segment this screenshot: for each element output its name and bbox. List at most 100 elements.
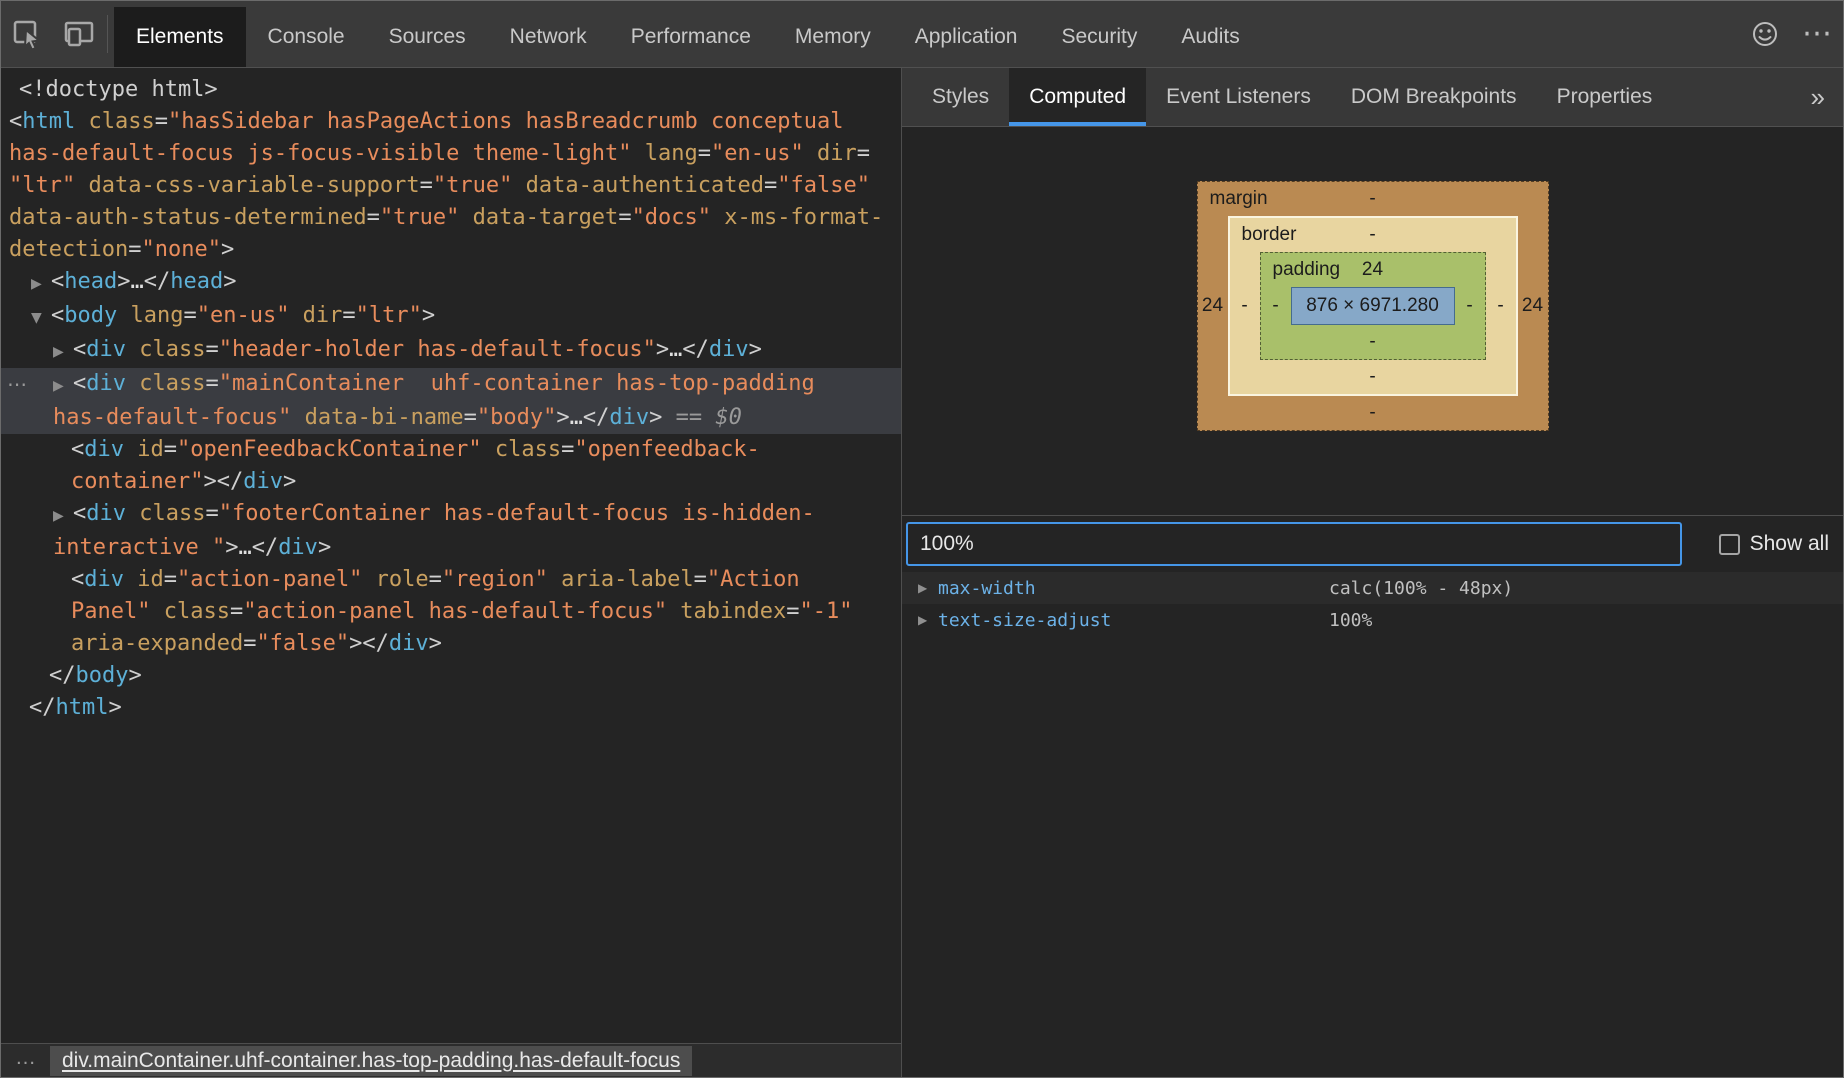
box-model-padding[interactable]: padding 24 - 876 × 6971.280 - [1260,252,1486,360]
node-options-icon[interactable]: ⋯ [7,368,27,400]
dom-tree-line[interactable]: container"></div> [1,466,901,498]
syntax-token: > [749,337,762,362]
tab-network[interactable]: Network [488,7,609,67]
padding-top-value: 24 [1362,259,1383,281]
elements-panel: <!doctype html><html class="hasSidebar h… [1,68,902,1077]
dom-tree-line[interactable]: detection="none"> [1,234,901,266]
border-label: border [1242,224,1297,246]
syntax-token: "false" [777,173,870,198]
dom-tree-line[interactable]: <!doctype html> [1,74,901,106]
syntax-token: "body" [477,405,556,430]
syntax-token: > [223,269,236,294]
smiley-icon [1747,16,1783,52]
syntax-token: aria-expanded [71,631,243,656]
dom-tree-line[interactable]: has-default-focus js-focus-visible theme… [1,138,901,170]
syntax-token: = [367,205,380,230]
syntax-token: lang [117,303,183,328]
syntax-token: = [128,237,141,262]
dom-tree-line[interactable]: aria-expanded="false"></div> [1,628,901,660]
syntax-token: class [150,599,229,624]
dom-tree-line[interactable]: data-auth-status-determined="true" data-… [1,202,901,234]
expand-arrow-icon[interactable]: ▶ [31,268,51,300]
syntax-token: </ [682,337,709,362]
syntax-token: role [362,567,428,592]
syntax-token: aria-label [548,567,694,592]
syntax-token: div [609,405,649,430]
syntax-token: div [86,501,126,526]
syntax-token: = [205,501,218,526]
dom-tree-line[interactable]: ▼<body lang="en-us" dir="ltr"> [1,300,901,334]
tab-styles[interactable]: Styles [912,68,1009,126]
dom-tree-line[interactable]: has-default-focus" data-bi-name="body">…… [1,402,901,434]
dom-tree-line[interactable]: ▶<head>…</head> [1,266,901,300]
syntax-token: dir [289,303,342,328]
dom-tree-line[interactable]: <div id="action-panel" role="region" ari… [1,564,901,596]
tab-sources[interactable]: Sources [367,7,488,67]
breadcrumb-selected-node[interactable]: div.mainContainer.uhf-container.has-top-… [50,1046,692,1076]
device-toolbar-button[interactable] [53,4,105,64]
expand-arrow-icon[interactable]: ▶ [53,336,73,368]
syntax-token: dir [804,141,857,166]
dom-tree-line[interactable]: Panel" class="action-panel has-default-f… [1,596,901,628]
dom-tree-line[interactable]: "ltr" data-css-variable-support="true" d… [1,170,901,202]
property-value: calc(100% - 48px) [1329,578,1513,599]
syntax-token: html [56,695,109,720]
dom-tree-line[interactable]: ▶<div class="footerContainer has-default… [1,498,901,532]
box-model-margin[interactable]: margin - 24 border - - [1197,181,1549,431]
expand-arrow-icon[interactable]: ▶ [918,613,938,627]
more-tabs-icon[interactable]: » [1793,68,1843,126]
syntax-token: div [243,469,283,494]
syntax-token: html [22,109,75,134]
breadcrumb-overflow-icon[interactable]: … [1,1046,50,1076]
box-model-content[interactable]: 876 × 6971.280 [1291,287,1455,325]
syntax-token: "true" [433,173,512,198]
syntax-token: = [205,337,218,362]
syntax-token: div [278,535,318,560]
tab-memory[interactable]: Memory [773,7,893,67]
box-model-border[interactable]: border - - padding 24 [1228,216,1518,396]
syntax-token: "hasSidebar hasPageActions hasBreadcrumb… [168,109,844,134]
sidebar-pane: Styles Computed Event Listeners DOM Brea… [902,68,1843,1077]
tab-security[interactable]: Security [1039,7,1159,67]
collapse-arrow-icon[interactable]: ▼ [31,302,51,334]
property-name: text-size-adjust [938,610,1329,631]
syntax-token: </ [29,695,56,720]
computed-property-row[interactable]: ▶ max-width calc(100% - 48px) [902,572,1843,604]
dom-tree-line[interactable]: </html> [1,692,901,724]
tab-performance[interactable]: Performance [609,7,773,67]
tab-application[interactable]: Application [893,7,1040,67]
tab-properties[interactable]: Properties [1537,68,1673,126]
margin-right-value: 24 [1518,295,1548,317]
expand-arrow-icon[interactable]: ▶ [53,370,73,402]
inspect-element-button[interactable] [1,4,53,64]
sidebar-empty-area [902,636,1843,1077]
tab-computed[interactable]: Computed [1009,68,1146,126]
syntax-token: > [318,535,331,560]
dom-tree-line[interactable]: </body> [1,660,901,692]
syntax-token: div [84,437,124,462]
dom-tree-line[interactable]: <html class="hasSidebar hasPageActions h… [1,106,901,138]
filter-input[interactable] [906,522,1682,566]
syntax-token: "false" [256,631,349,656]
dom-tree: <!doctype html><html class="hasSidebar h… [1,68,901,1043]
syntax-token: ></ [203,469,243,494]
dom-tree-line[interactable]: ▶<div class="header-holder has-default-f… [1,334,901,368]
feedback-button[interactable] [1739,4,1791,64]
dom-tree-line[interactable]: <div id="openFeedbackContainer" class="o… [1,434,901,466]
tab-audits[interactable]: Audits [1159,7,1261,67]
tab-dom-breakpoints[interactable]: DOM Breakpoints [1331,68,1537,126]
tab-elements[interactable]: Elements [114,7,246,67]
dom-tree-line[interactable]: ⋯▶<div class="mainContainer uhf-containe… [1,368,901,402]
syntax-token: div [86,337,126,362]
tab-console[interactable]: Console [246,7,367,67]
show-all-label: Show all [1750,532,1829,556]
expand-arrow-icon[interactable]: ▶ [918,581,938,595]
dom-tree-line[interactable]: interactive ">…</div> [1,532,901,564]
computed-property-row[interactable]: ▶ text-size-adjust 100% [902,604,1843,636]
more-options-button[interactable]: ⋯ [1791,4,1843,64]
tab-event-listeners[interactable]: Event Listeners [1146,68,1331,126]
syntax-token: … [130,269,143,294]
show-all-checkbox[interactable] [1719,534,1740,555]
expand-arrow-icon[interactable]: ▶ [53,500,73,532]
syntax-token: "header-holder has-default-focus" [219,337,656,362]
